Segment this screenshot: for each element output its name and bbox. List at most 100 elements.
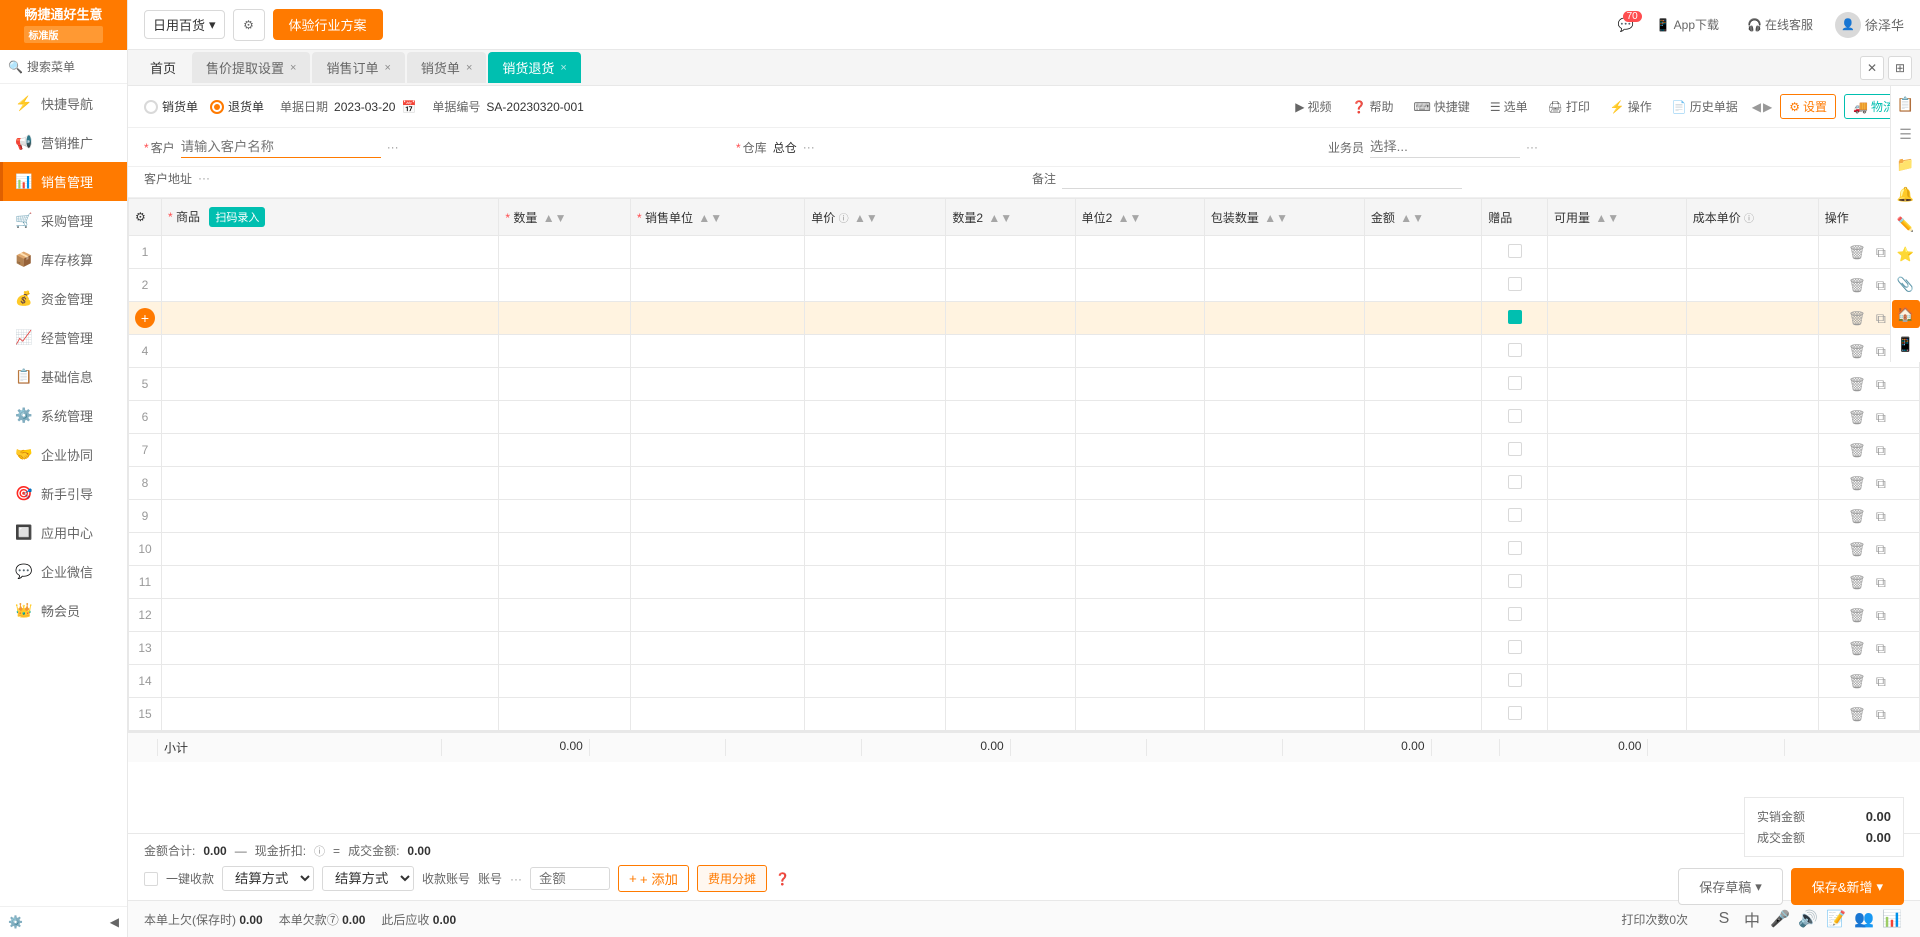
- daily-selector[interactable]: 日用百货 ▾: [144, 10, 225, 39]
- tab-sales-order[interactable]: 销售订单 ×: [312, 52, 404, 83]
- gift-checkbox[interactable]: [1508, 508, 1522, 522]
- copy-row-icon[interactable]: ⧉: [1871, 671, 1891, 691]
- sidebar-item-inventory[interactable]: 📦 库存核算: [0, 240, 127, 279]
- tab-home[interactable]: 首页: [136, 52, 190, 83]
- tab-close-all-btn[interactable]: ✕: [1860, 56, 1884, 80]
- col-settings[interactable]: ⚙: [129, 199, 162, 236]
- copy-row-icon[interactable]: ⧉: [1871, 308, 1891, 328]
- tool-chart-icon[interactable]: 📊: [1880, 907, 1904, 931]
- gift-checkbox[interactable]: [1508, 607, 1522, 621]
- sidebar-item-enterprise[interactable]: 🤝 企业协同: [0, 435, 127, 474]
- settings-btn[interactable]: ⚙ 设置: [1780, 94, 1836, 119]
- copy-row-icon[interactable]: ⧉: [1871, 572, 1891, 592]
- delete-row-icon[interactable]: 🗑: [1847, 341, 1867, 361]
- demo-btn[interactable]: 体验行业方案: [273, 9, 383, 40]
- sidebar-item-member[interactable]: 👑 畅会员: [0, 591, 127, 630]
- bill-value[interactable]: SA-20230320-001: [486, 100, 583, 114]
- tool-s-icon[interactable]: S: [1712, 907, 1736, 931]
- tab-sales-order-close[interactable]: ×: [384, 62, 390, 74]
- save-new-btn[interactable]: 保存&新增 ▾: [1791, 868, 1904, 905]
- sidebar-item-finance[interactable]: 💰 资金管理: [0, 279, 127, 318]
- tab-price-extract-close[interactable]: ×: [290, 62, 296, 74]
- add-row-btn[interactable]: +: [135, 308, 155, 328]
- right-panel-icon-3[interactable]: 📁: [1892, 150, 1920, 178]
- tab-sales-return-close[interactable]: ×: [560, 62, 566, 74]
- right-panel-icon-7[interactable]: 📎: [1892, 270, 1920, 298]
- sidebar-item-sales[interactable]: 📊 销售管理: [0, 162, 127, 201]
- delete-row-icon[interactable]: 🗑: [1847, 572, 1867, 592]
- delete-row-icon[interactable]: 🗑: [1847, 638, 1867, 658]
- tool-translate-icon[interactable]: 📝: [1824, 907, 1848, 931]
- delete-row-icon[interactable]: 🗑: [1847, 506, 1867, 526]
- sidebar-item-search[interactable]: 🔍 搜索菜单: [0, 50, 127, 84]
- right-panel-icon-4[interactable]: 🔔: [1892, 180, 1920, 208]
- gift-checkbox[interactable]: [1508, 574, 1522, 588]
- delete-row-icon[interactable]: 🗑: [1847, 374, 1867, 394]
- sidebar-item-system[interactable]: ⚙️ 系统管理: [0, 396, 127, 435]
- tool-mic-icon[interactable]: 🎤: [1768, 907, 1792, 931]
- remark-input[interactable]: [1062, 167, 1462, 189]
- delete-row-icon[interactable]: 🗑: [1847, 704, 1867, 724]
- video-btn[interactable]: ▶ 视频: [1289, 95, 1337, 118]
- online-service-btn[interactable]: 🎧 在线客服: [1741, 13, 1819, 36]
- delete-row-icon[interactable]: 🗑: [1847, 605, 1867, 625]
- user-menu[interactable]: 👤 徐泽华: [1835, 12, 1904, 38]
- date-value[interactable]: 2023-03-20: [334, 100, 395, 114]
- gift-checkbox-active[interactable]: [1508, 310, 1522, 324]
- tool-people-icon[interactable]: 👥: [1852, 907, 1876, 931]
- sidebar-item-wechat[interactable]: 💬 企业微信: [0, 552, 127, 591]
- app-download-btn[interactable]: 📱 App下载: [1650, 13, 1725, 36]
- sidebar-item-purchase[interactable]: 🛒 采购管理: [0, 201, 127, 240]
- collect-method-select[interactable]: 结算方式: [322, 866, 414, 891]
- right-panel-icon-6[interactable]: ⭐: [1892, 240, 1920, 268]
- save-draft-btn[interactable]: 保存草稿 ▾: [1678, 868, 1783, 905]
- right-panel-icon-2[interactable]: ☰: [1892, 120, 1920, 148]
- print-count-btn[interactable]: 打印次数0次: [1621, 911, 1688, 928]
- tab-sales[interactable]: 销货单 ×: [407, 52, 486, 83]
- sidebar-item-operation[interactable]: 📈 经营管理: [0, 318, 127, 357]
- delete-row-icon[interactable]: 🗑: [1847, 242, 1867, 262]
- settings-bottom-icon[interactable]: ⚙️: [8, 915, 23, 929]
- copy-row-icon[interactable]: ⧉: [1871, 539, 1891, 559]
- right-panel-icon-8[interactable]: 🏠: [1892, 300, 1920, 328]
- collapse-icon[interactable]: ◀: [110, 915, 119, 929]
- copy-row-icon[interactable]: ⧉: [1871, 341, 1891, 361]
- warehouse-select-btn[interactable]: ···: [803, 140, 815, 154]
- copy-row-icon[interactable]: ⧉: [1871, 704, 1891, 724]
- discount-help-icon[interactable]: ⓘ: [314, 843, 325, 859]
- tab-price-extract[interactable]: 售价提取设置 ×: [192, 52, 310, 83]
- radio-return-bill[interactable]: 退货单: [210, 98, 264, 115]
- copy-row-icon[interactable]: ⧉: [1871, 506, 1891, 526]
- copy-row-icon[interactable]: ⧉: [1871, 638, 1891, 658]
- sidebar-item-basic[interactable]: 📋 基础信息: [0, 357, 127, 396]
- gift-checkbox[interactable]: [1508, 475, 1522, 489]
- gift-checkbox[interactable]: [1508, 673, 1522, 687]
- customer-input[interactable]: [181, 136, 381, 158]
- tab-sales-return[interactable]: 销货退货 ×: [488, 52, 580, 83]
- help-btn[interactable]: ❓ 帮助: [1346, 95, 1400, 118]
- delete-row-icon[interactable]: 🗑: [1847, 308, 1867, 328]
- salesperson-input[interactable]: [1370, 136, 1520, 158]
- scan-btn[interactable]: 扫码录入: [209, 207, 265, 227]
- payment-checkbox[interactable]: [144, 872, 158, 886]
- operation-btn[interactable]: ⚡ 操作: [1604, 95, 1658, 118]
- delete-row-icon[interactable]: 🗑: [1847, 473, 1867, 493]
- account-select-btn[interactable]: ···: [510, 872, 522, 886]
- print-btn[interactable]: 🖨 打印: [1542, 95, 1596, 118]
- copy-row-icon[interactable]: ⧉: [1871, 242, 1891, 262]
- calendar-icon[interactable]: 📅: [401, 100, 416, 114]
- gift-checkbox[interactable]: [1508, 706, 1522, 720]
- history-btn[interactable]: 📄 历史单据: [1666, 95, 1744, 118]
- copy-row-icon[interactable]: ⧉: [1871, 407, 1891, 427]
- right-panel-icon-9[interactable]: 📱: [1892, 330, 1920, 358]
- gift-checkbox[interactable]: [1508, 376, 1522, 390]
- copy-row-icon[interactable]: ⧉: [1871, 374, 1891, 394]
- copy-row-icon[interactable]: ⧉: [1871, 440, 1891, 460]
- tab-grid-btn[interactable]: ⊞: [1888, 56, 1912, 80]
- message-btn[interactable]: 💬 70: [1618, 17, 1634, 33]
- shortcut-key-btn[interactable]: ⌨ 快捷键: [1407, 95, 1475, 118]
- tool-chinese-icon[interactable]: 中: [1740, 907, 1764, 931]
- salesperson-select-btn[interactable]: ···: [1526, 140, 1538, 154]
- gift-checkbox[interactable]: [1508, 277, 1522, 291]
- sidebar-item-apps[interactable]: 🔲 应用中心: [0, 513, 127, 552]
